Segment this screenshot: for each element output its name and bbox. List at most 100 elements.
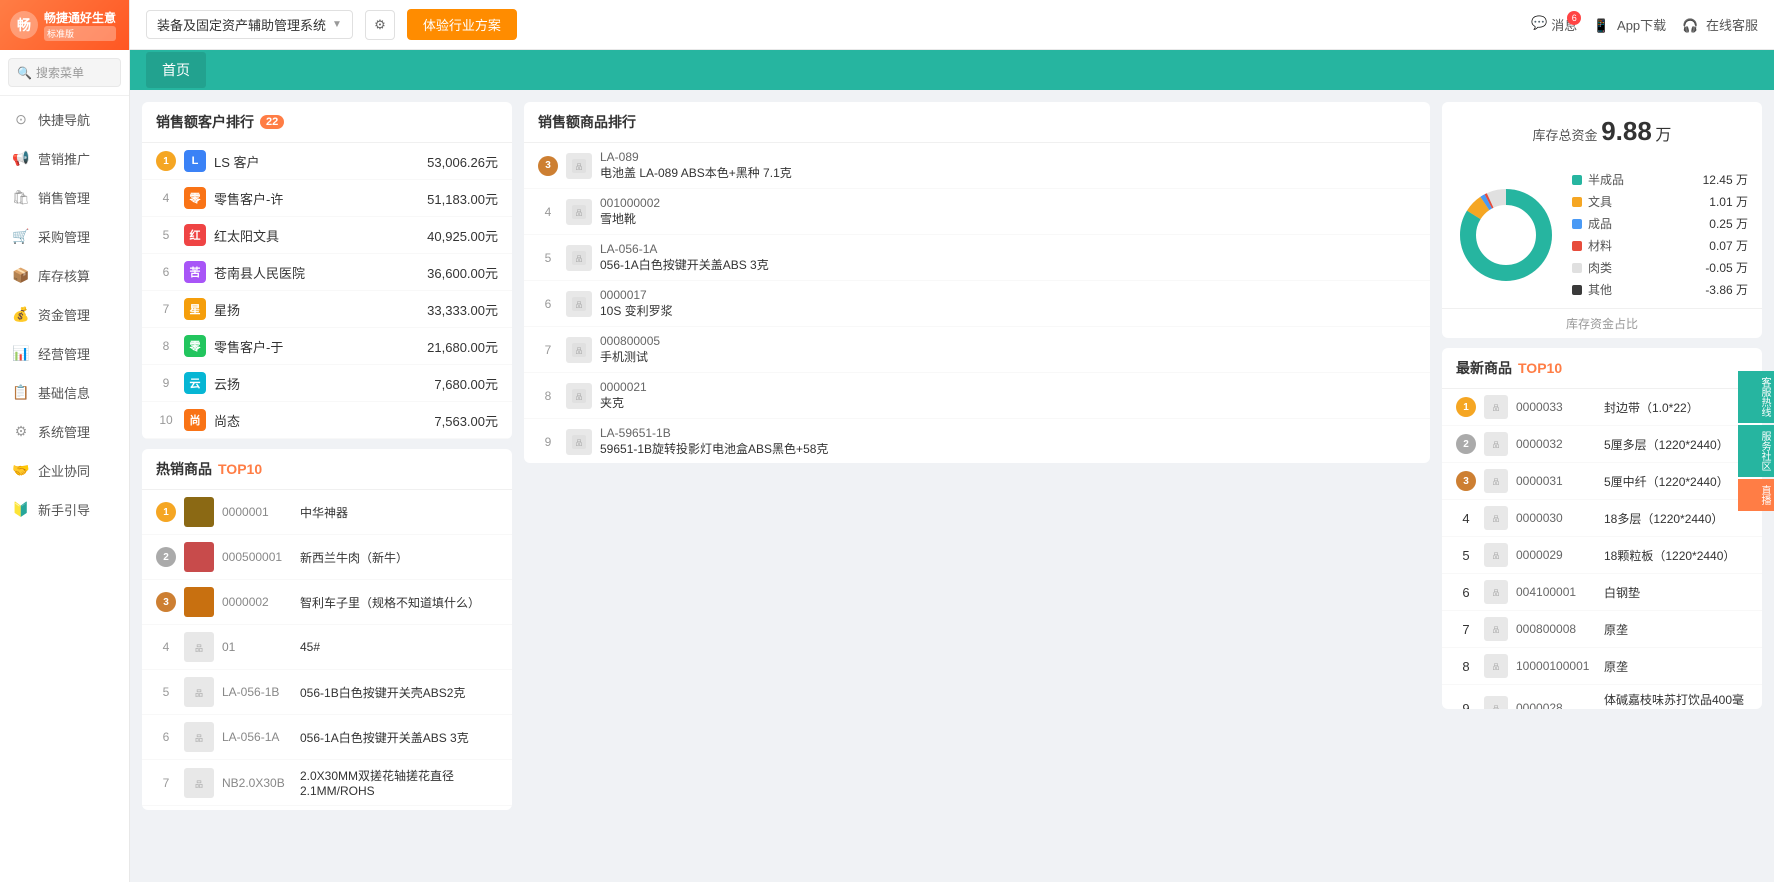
- sidebar-item-basic[interactable]: 📋 基础信息: [0, 373, 129, 412]
- rank-number: 4: [156, 640, 176, 654]
- product-thumbnail: 品: [566, 153, 592, 179]
- trial-plan-button[interactable]: 体验行业方案: [407, 9, 517, 40]
- svg-text:品: 品: [1493, 552, 1500, 560]
- hot-product-item: 8 品 0000011 12070519-xs: [142, 806, 512, 810]
- product-name: 59651-1B旋转投影灯电池盒ABS黑色+58克: [600, 440, 1416, 457]
- legend-label: 成品: [1588, 215, 1703, 232]
- product-code: 004100001: [1516, 585, 1596, 599]
- product-info: 0000017 10S 变利罗浆: [600, 288, 1416, 319]
- system-selector[interactable]: 装备及固定资产辅助管理系统 ▼: [146, 10, 353, 39]
- sidebar-item-finance[interactable]: 💰 资金管理: [0, 295, 129, 334]
- tab-home[interactable]: 首页: [146, 52, 206, 88]
- rank-number: 5: [156, 228, 176, 242]
- cs-hotline-button[interactable]: 客服热线: [1738, 371, 1774, 423]
- product-info: LA-056-1A 056-1A白色按键开关盖ABS 3克: [600, 242, 1416, 273]
- sidebar-search-area[interactable]: 🔍 搜索菜单: [0, 50, 129, 96]
- settings-button[interactable]: ⚙: [365, 10, 395, 40]
- sales-ranking-item: 4 零 零售客户-许 51,183.00元: [142, 180, 512, 217]
- hot-product-item: 7 品 NB2.0X30B 2.0X30MM双搓花轴搓花直径2.1MM/ROHS: [142, 760, 512, 806]
- legend-label: 半成品: [1588, 171, 1697, 188]
- message-badge[interactable]: 💬 消息 6: [1531, 15, 1577, 34]
- product-ranking-item: 7 品 000800005 手机测试: [524, 327, 1430, 373]
- svg-text:品: 品: [576, 163, 583, 171]
- customer-amount: 53,006.26元: [427, 152, 498, 171]
- rank-number: 10: [156, 413, 176, 427]
- svg-text:品: 品: [1493, 441, 1500, 449]
- legend-label: 肉类: [1588, 259, 1699, 276]
- sidebar-item-guide[interactable]: 🔰 新手引导: [0, 490, 129, 529]
- rank-medal: 2: [1456, 434, 1476, 454]
- product-thumbnail: 品: [566, 383, 592, 409]
- main-area: 装备及固定资产辅助管理系统 ▼ ⚙ 体验行业方案 💬 消息 6 📱 App下载 …: [130, 0, 1774, 882]
- rank-number: 6: [1456, 585, 1476, 600]
- rank-medal: 2: [156, 547, 176, 567]
- online-service-link[interactable]: 🎧 在线客服: [1682, 15, 1758, 34]
- newest-product-item: 8 品 10000100001 原垄: [1442, 648, 1762, 685]
- right-column: 库存总资金 9.88 万: [1442, 102, 1762, 870]
- customer-avatar: 红: [184, 224, 206, 246]
- product-name: 电池盖 LA-089 ABS本色+黑种 7.1克: [600, 164, 1416, 181]
- rank-number: 6: [156, 265, 176, 279]
- legend-value: 1.01 万: [1709, 193, 1748, 210]
- sidebar-item-quick-nav[interactable]: ⊙ 快捷导航: [0, 100, 129, 139]
- sales-icon: 🛍: [12, 189, 30, 207]
- newest-products-list: 1 品 0000033 封边带（1.0*22） 2 品 0000032 5厘多层…: [1442, 389, 1762, 709]
- customer-avatar: 零: [184, 187, 206, 209]
- search-menu-button[interactable]: 🔍 搜索菜单: [8, 58, 121, 87]
- product-code: 01: [222, 640, 292, 654]
- rank-number: 4: [156, 191, 176, 205]
- product-name: 雪地靴: [600, 210, 1416, 227]
- svg-text:品: 品: [1493, 705, 1500, 709]
- product-name: 原垄: [1604, 658, 1748, 675]
- legend-dot: [1572, 285, 1582, 295]
- sidebar-item-sales[interactable]: 🛍 销售管理: [0, 178, 129, 217]
- product-code: LA-59651-1B: [600, 426, 1416, 440]
- customer-amount: 7,680.00元: [434, 374, 498, 393]
- cooperation-icon: 🤝: [12, 462, 30, 480]
- marketing-icon: 📢: [12, 150, 30, 168]
- product-ranking-item: 6 品 0000017 10S 变利罗浆: [524, 281, 1430, 327]
- sidebar-item-inventory[interactable]: 📦 库存核算: [0, 256, 129, 295]
- product-ranking-item: 9 品 LA-59651-1B 59651-1B旋转投影灯电池盒ABS黑色+58…: [524, 419, 1430, 463]
- sidebar-item-marketing[interactable]: 📢 营销推广: [0, 139, 129, 178]
- sales-ranking-item: 7 星 星扬 33,333.00元: [142, 291, 512, 328]
- product-thumbnail: 品: [184, 632, 214, 662]
- rank-medal: 3: [1456, 471, 1476, 491]
- product-name: 5厘多层（1220*2440）: [1604, 436, 1748, 453]
- product-name: 夹克: [600, 394, 1416, 411]
- product-thumbnail: 品: [1484, 654, 1508, 678]
- sidebar-item-cooperation[interactable]: 🤝 企业协同: [0, 451, 129, 490]
- customer-name: LS 客户: [214, 152, 419, 171]
- finance-icon: 💰: [12, 306, 30, 324]
- product-name: 10S 变利罗浆: [600, 302, 1416, 319]
- sidebar-item-system[interactable]: ⚙ 系统管理: [0, 412, 129, 451]
- newest-product-item: 1 品 0000033 封边带（1.0*22）: [1442, 389, 1762, 426]
- cs-community-button[interactable]: 服务社区: [1738, 425, 1774, 477]
- rank-medal: 1: [156, 151, 176, 171]
- hot-products-header: 热销商品 TOP10: [142, 449, 512, 490]
- product-thumbnail: 品: [184, 722, 214, 752]
- product-thumbnail: 品: [1484, 395, 1508, 419]
- logo-icon: 畅: [10, 11, 38, 39]
- inventory-legend: 半成品 12.45 万 文具 1.01 万 成品 0.25 万 材料 0.07 …: [1572, 171, 1748, 298]
- product-name: 封边带（1.0*22）: [1604, 399, 1748, 416]
- newest-product-item: 4 品 0000030 18多层（1220*2440）: [1442, 500, 1762, 537]
- settings-icon: ⚙: [374, 17, 386, 33]
- product-name: 2.0X30MM双搓花轴搓花直径2.1MM/ROHS: [300, 767, 498, 798]
- nav-bar: 首页: [130, 50, 1774, 90]
- cs-buttons: 客服热线 服务社区 直播: [1738, 371, 1774, 511]
- sidebar-item-purchase[interactable]: 🛒 采购管理: [0, 217, 129, 256]
- customer-avatar: L: [184, 150, 206, 172]
- product-code: 000500001: [222, 550, 292, 564]
- hot-product-item: 2 000500001 新西兰牛肉（新牛）: [142, 535, 512, 580]
- app-download-link[interactable]: 📱 App下载: [1593, 15, 1666, 34]
- cs-live-button[interactable]: 直播: [1738, 479, 1774, 511]
- newest-product-item: 5 品 0000029 18颗粒板（1220*2440）: [1442, 537, 1762, 574]
- inventory-panel: 库存总资金 9.88 万: [1442, 102, 1762, 338]
- rank-number: 7: [1456, 622, 1476, 637]
- rank-number: 6: [538, 297, 558, 311]
- sales-ranking-header: 销售额客户排行 22: [142, 102, 512, 143]
- sidebar-item-operation[interactable]: 📊 经营管理: [0, 334, 129, 373]
- system-icon: ⚙: [12, 423, 30, 441]
- product-name: 体碱嘉枝味苏打饮品400毫升（1*15）: [1604, 691, 1748, 709]
